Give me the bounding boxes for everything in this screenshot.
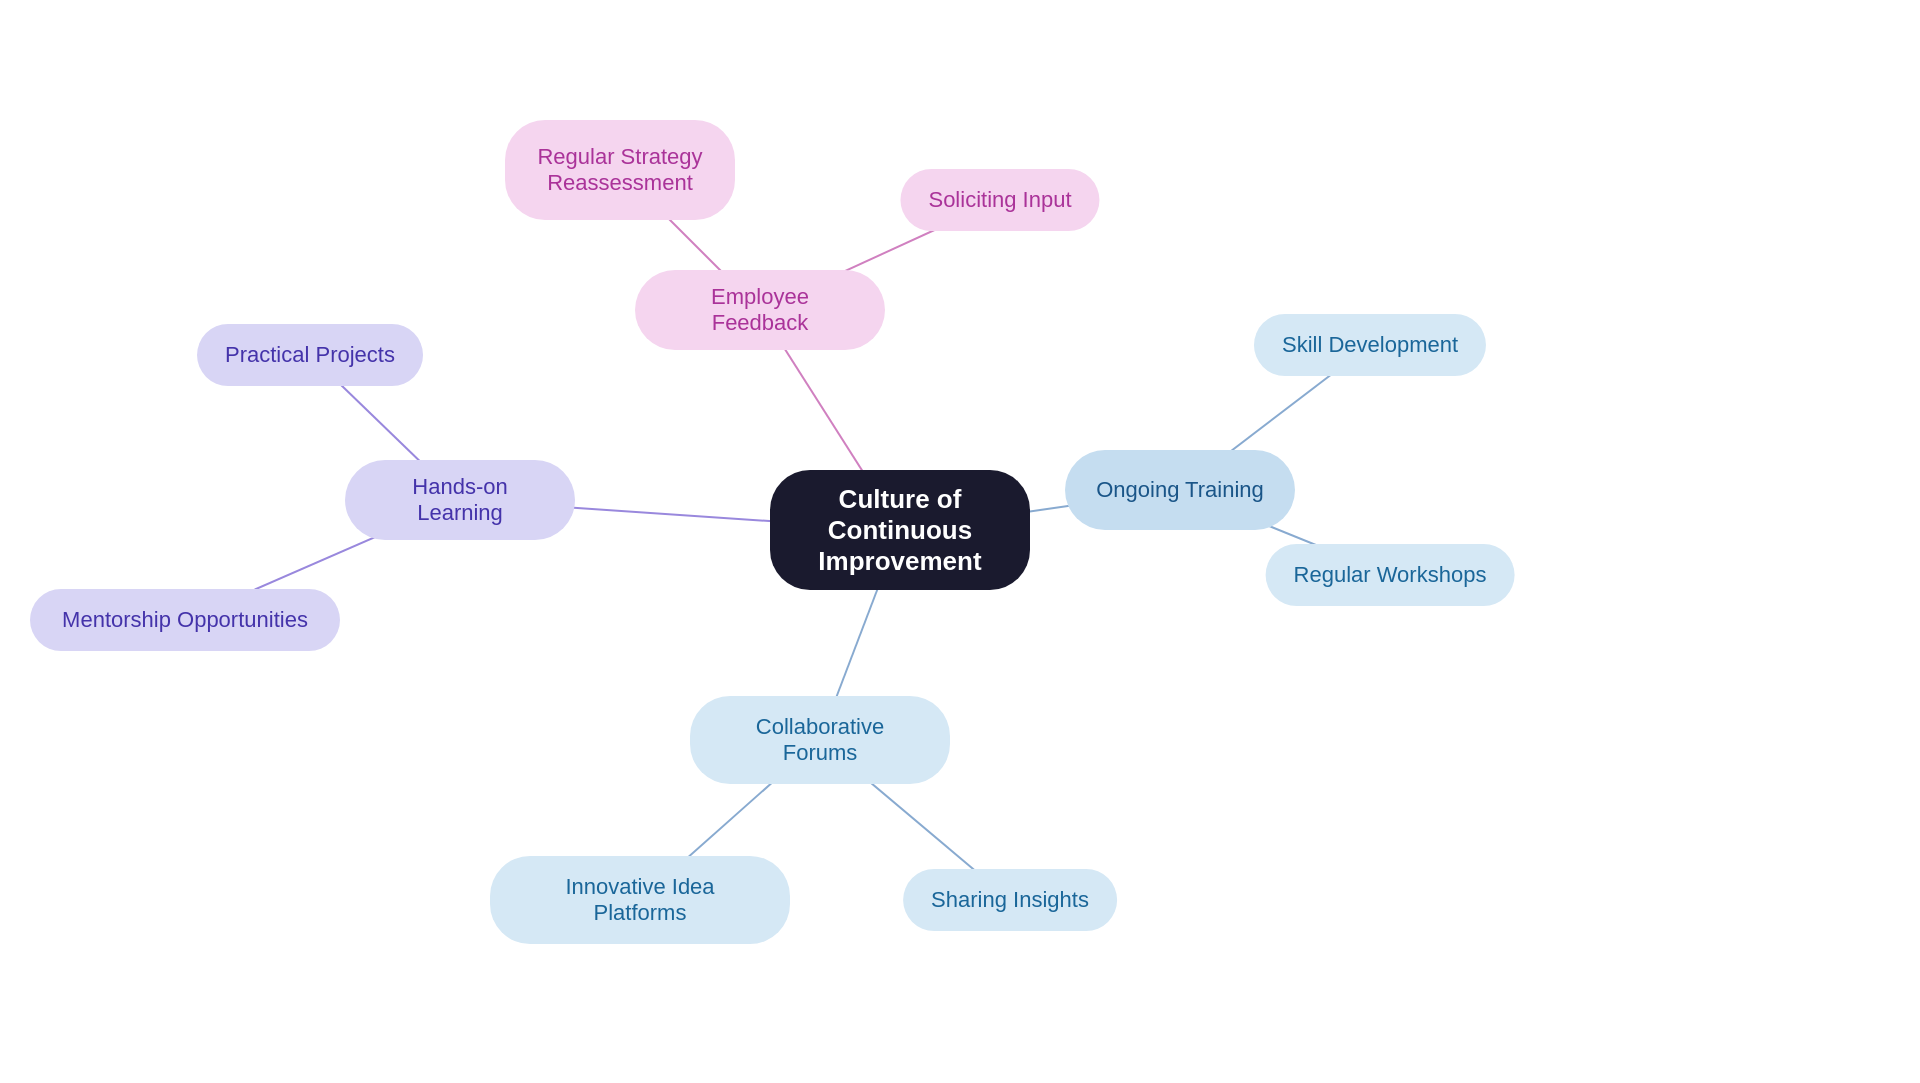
- hands-on-learning-node: Hands-on Learning: [345, 460, 575, 540]
- skill-development-node: Skill Development: [1254, 314, 1486, 376]
- regular-strategy-node: Regular Strategy Reassessment: [505, 120, 735, 220]
- mentorship-opportunities-node: Mentorship Opportunities: [30, 589, 340, 651]
- mind-map-container: Culture of Continuous Improvement Employe…: [0, 0, 1920, 1083]
- employee-feedback-node: Employee Feedback: [635, 270, 885, 350]
- practical-projects-node: Practical Projects: [197, 324, 423, 386]
- center-node: Culture of Continuous Improvement: [770, 470, 1030, 590]
- ongoing-training-node: Ongoing Training: [1065, 450, 1295, 530]
- collaborative-forums-node: Collaborative Forums: [690, 696, 950, 784]
- soliciting-input-node: Soliciting Input: [900, 169, 1099, 231]
- regular-workshops-node: Regular Workshops: [1266, 544, 1515, 606]
- innovative-idea-platforms-node: Innovative Idea Platforms: [490, 856, 790, 944]
- sharing-insights-node: Sharing Insights: [903, 869, 1117, 931]
